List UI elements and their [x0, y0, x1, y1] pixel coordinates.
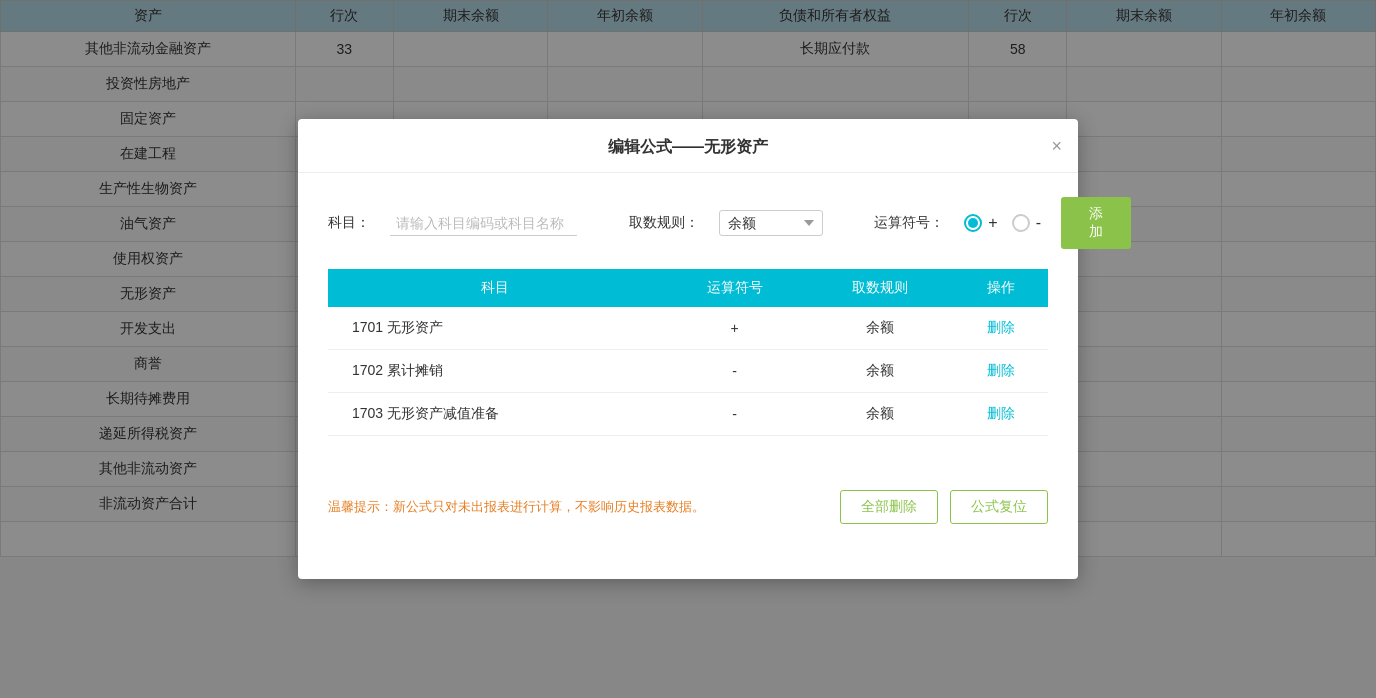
reset-formula-button[interactable]: 公式复位 [950, 490, 1048, 524]
row-rule: 余额 [807, 307, 953, 350]
rule-select[interactable]: 余额借方贷方借方发生额贷方发生额 [719, 210, 823, 236]
row-subject: 1703 无形资产减值准备 [328, 393, 662, 436]
operator-plus-radio[interactable]: + [964, 214, 997, 232]
modal-dialog: 编辑公式——无形资产 × 科目： 取数规则： 余额借方贷方借方发生额贷方发生额 … [298, 119, 1078, 579]
delete-row-link[interactable]: 删除 [987, 362, 1015, 378]
table-row: 1701 无形资产+余额 删除 [328, 307, 1048, 350]
row-operator: - [662, 393, 808, 436]
subject-label: 科目： [328, 214, 370, 232]
operator-radio-group: + - [964, 214, 1041, 232]
modal-title: 编辑公式——无形资产 [608, 138, 768, 155]
operator-label: 运算符号： [874, 214, 944, 232]
footer-hint: 温馨提示：新公式只对未出报表进行计算，不影响历史报表数据。 [328, 498, 705, 516]
row-subject: 1701 无形资产 [328, 307, 662, 350]
operator-minus-radio[interactable]: - [1012, 214, 1041, 232]
rule-label: 取数规则： [629, 214, 699, 232]
row-operator: - [662, 350, 808, 393]
formula-table: 科目运算符号取数规则操作 1701 无形资产+余额删除1702 累计摊销-余额删… [328, 269, 1048, 436]
delete-row-link[interactable]: 删除 [987, 405, 1015, 421]
modal-overlay: 编辑公式——无形资产 × 科目： 取数规则： 余额借方贷方借方发生额贷方发生额 … [0, 0, 1376, 698]
modal-body: 科目： 取数规则： 余额借方贷方借方发生额贷方发生额 运算符号： + [298, 173, 1078, 476]
delete-row-link[interactable]: 删除 [987, 319, 1015, 335]
footer-buttons: 全部删除 公式复位 [840, 490, 1048, 524]
page-wrapper: 资产行次期末余额年初余额负债和所有者权益行次期末余额年初余额 其他非流动金融资产… [0, 0, 1376, 698]
row-operator: + [662, 307, 808, 350]
delete-all-button[interactable]: 全部删除 [840, 490, 938, 524]
modal-header: 编辑公式——无形资产 × [298, 119, 1078, 173]
row-rule: 余额 [807, 350, 953, 393]
radio-circle-plus [964, 214, 982, 232]
form-row: 科目： 取数规则： 余额借方贷方借方发生额贷方发生额 运算符号： + [328, 197, 1048, 249]
rule-select-wrapper: 余额借方贷方借方发生额贷方发生额 [719, 210, 823, 236]
table-row: 1702 累计摊销-余额 删除 [328, 350, 1048, 393]
modal-footer: 温馨提示：新公式只对未出报表进行计算，不影响历史报表数据。 全部删除 公式复位 [298, 476, 1078, 544]
subject-input[interactable] [390, 211, 577, 236]
row-subject: 1702 累计摊销 [328, 350, 662, 393]
modal-close-button[interactable]: × [1051, 137, 1062, 155]
radio-circle-minus [1012, 214, 1030, 232]
table-row: 1703 无形资产减值准备-余额 删除 [328, 393, 1048, 436]
add-button[interactable]: 添加 [1061, 197, 1131, 249]
row-rule: 余额 [807, 393, 953, 436]
